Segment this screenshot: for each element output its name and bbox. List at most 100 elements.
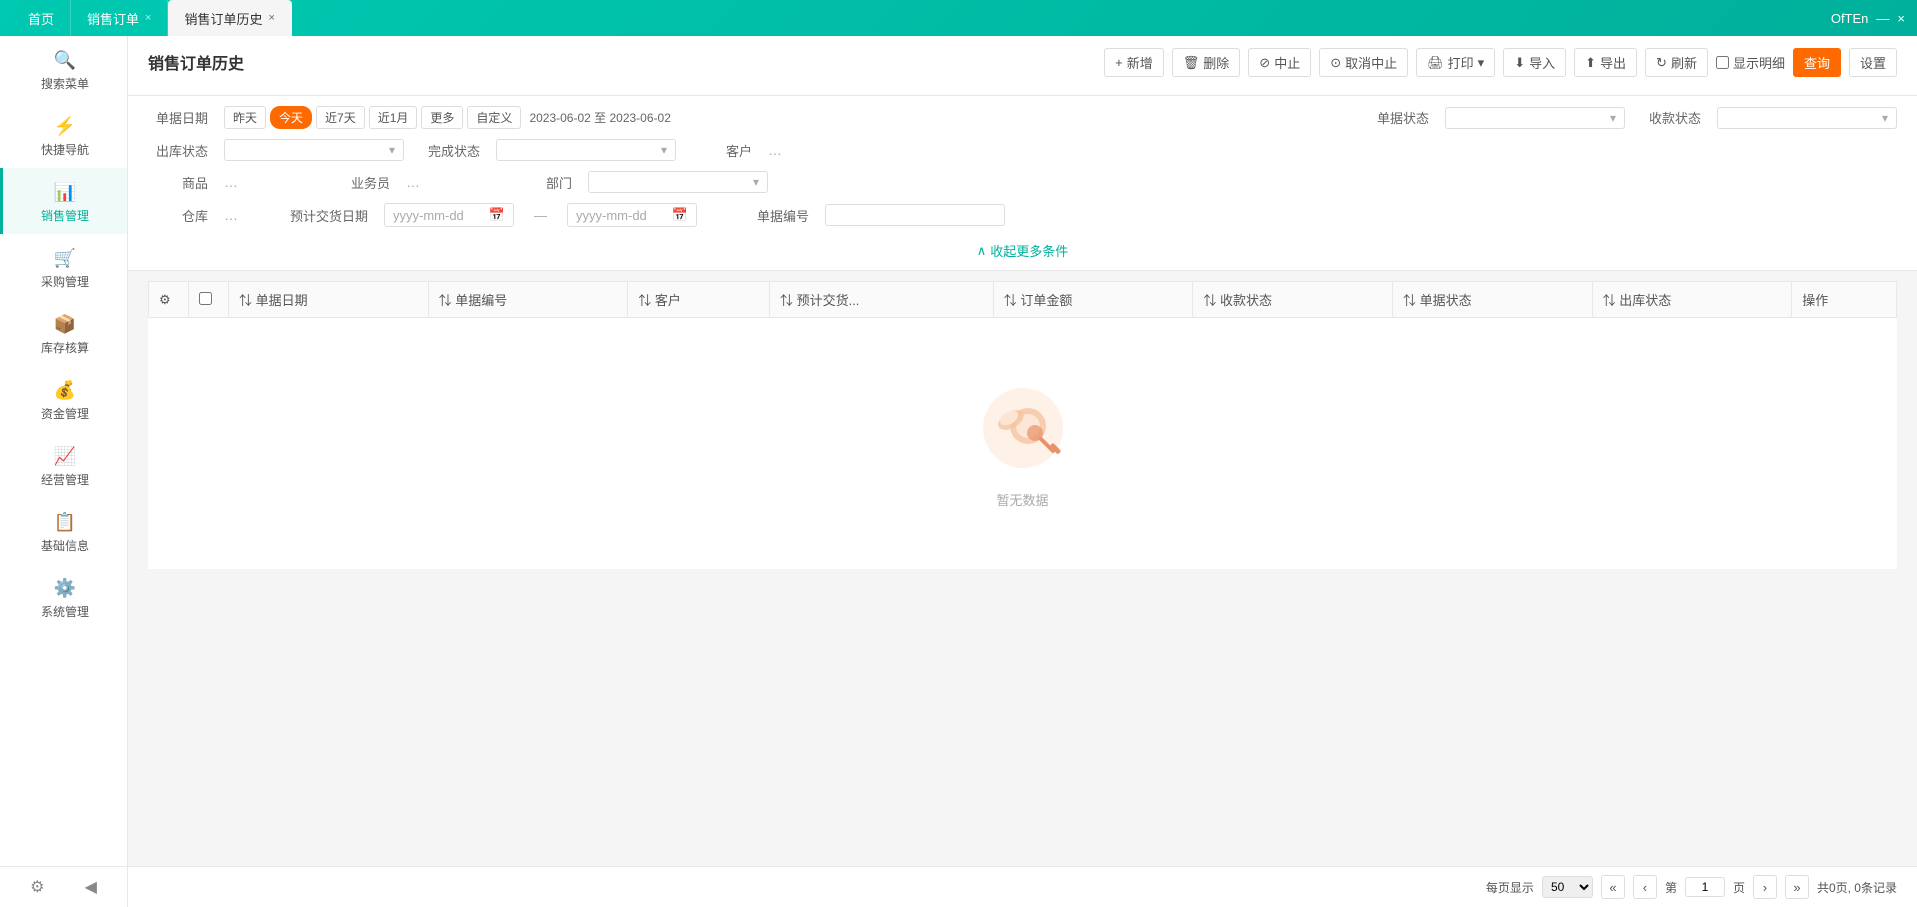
th-checkbox[interactable] — [189, 282, 229, 318]
expected-date-to-text: yyyy-mm-dd — [576, 208, 647, 223]
stop-button[interactable]: ⊘ 中止 — [1248, 48, 1311, 77]
sidebar-item-search-menu[interactable]: 🔍 搜索菜单 — [0, 36, 127, 102]
import-button[interactable]: ⬇ 导入 — [1503, 48, 1566, 77]
th-doc-status-label: ⇅ 单据状态 — [1403, 293, 1472, 308]
date-btn-7days[interactable]: 近7天 — [316, 106, 365, 129]
cancel-stop-button[interactable]: ⊙ 取消中止 — [1319, 48, 1408, 77]
calendar-from-icon[interactable]: 📅 — [489, 207, 505, 223]
basic-info-icon: 📋 — [54, 512, 76, 533]
filter-row-4: 仓库 … 预计交货日期 yyyy-mm-dd 📅 — yyyy-mm-dd 📅 … — [148, 203, 1897, 227]
select-all-checkbox[interactable] — [199, 292, 212, 305]
tab-sales-order[interactable]: 销售订单 × — [71, 0, 168, 36]
doc-status-select[interactable]: ▾ — [1445, 107, 1625, 129]
sidebar-item-sys-mgmt[interactable]: ⚙️ 系统管理 — [0, 564, 127, 630]
sidebar-item-basic-info[interactable]: 📋 基础信息 — [0, 498, 127, 564]
show-columns-label[interactable]: 显示明细 — [1716, 53, 1785, 72]
cancel-stop-label: 取消中止 — [1345, 53, 1397, 72]
refresh-button[interactable]: ↻ 刷新 — [1645, 48, 1708, 77]
th-expected-delivery[interactable]: ⇅ 预计交货... — [769, 282, 993, 318]
dept-label: 部门 — [512, 173, 572, 192]
th-settings[interactable]: ⚙ — [149, 282, 189, 318]
sidebar-bottom: ⚙ ◀ — [0, 866, 127, 907]
page-number-input[interactable] — [1685, 877, 1725, 897]
sidebar-item-sales-mgmt[interactable]: 📊 销售管理 — [0, 168, 127, 234]
sidebar-collapse-icon[interactable]: ◀ — [85, 877, 97, 897]
pay-status-select[interactable]: ▾ — [1717, 107, 1897, 129]
page-size-label: 每页显示 — [1486, 879, 1534, 896]
print-button[interactable]: 🖨 打印 ▾ — [1416, 48, 1495, 77]
cancel-stop-icon: ⊙ — [1330, 55, 1341, 71]
th-doc-date[interactable]: ⇅ 单据日期 — [229, 282, 429, 318]
salesperson-more[interactable]: … — [406, 174, 420, 190]
th-doc-status[interactable]: ⇅ 单据状态 — [1392, 282, 1592, 318]
doc-no-label: 单据编号 — [749, 206, 809, 225]
calendar-to-icon[interactable]: 📅 — [672, 207, 688, 223]
date-btn-group: 昨天 今天 近7天 近1月 更多 自定义 — [224, 106, 521, 129]
sales-mgmt-icon: 📊 — [54, 182, 76, 203]
th-doc-no[interactable]: ⇅ 单据编号 — [428, 282, 628, 318]
filter-row-1: 单据日期 昨天 今天 近7天 近1月 更多 自定义 2023-06-02 至 2… — [148, 106, 1897, 129]
customer-more[interactable]: … — [768, 142, 782, 158]
date-btn-custom[interactable]: 自定义 — [467, 106, 521, 129]
empty-state: 暂无数据 — [149, 318, 1897, 569]
sidebar-item-inventory-check[interactable]: 📦 库存核算 — [0, 300, 127, 366]
print-icon: 🖨 — [1427, 55, 1444, 71]
sidebar-item-ops-mgmt[interactable]: 📈 经营管理 — [0, 432, 127, 498]
date-btn-yesterday[interactable]: 昨天 — [224, 106, 266, 129]
tab-sales-order-history-close[interactable]: × — [268, 12, 274, 24]
th-customer[interactable]: ⇅ 客户 — [628, 282, 770, 318]
sidebar-item-finance-mgmt[interactable]: 💰 资金管理 — [0, 366, 127, 432]
sidebar-item-purchase-mgmt[interactable]: 🛒 采购管理 — [0, 234, 127, 300]
delete-button[interactable]: 🗑 删除 — [1172, 48, 1241, 77]
goods-more[interactable]: … — [224, 174, 238, 190]
tab-sales-order-close[interactable]: × — [145, 12, 151, 24]
date-btn-more[interactable]: 更多 — [421, 106, 463, 129]
inventory-check-icon: 📦 — [54, 314, 76, 335]
sidebar-item-quick-nav[interactable]: ⚡ 快捷导航 — [0, 102, 127, 168]
window-close[interactable]: × — [1897, 11, 1905, 26]
new-button[interactable]: + 新增 — [1104, 48, 1164, 77]
collapse-button[interactable]: ∧ 收起更多条件 — [977, 241, 1069, 260]
next-page-icon: › — [1763, 880, 1767, 895]
first-page-button[interactable]: « — [1601, 875, 1625, 899]
th-order-amount-label: ⇅ 订单金额 — [1004, 293, 1073, 308]
sidebar-item-search-menu-label: 搜索菜单 — [41, 75, 89, 92]
export-button[interactable]: ⬆ 导出 — [1574, 48, 1637, 77]
out-stock-select[interactable]: ▾ — [224, 139, 404, 161]
quick-nav-icon: ⚡ — [54, 116, 76, 137]
date-btn-1month[interactable]: 近1月 — [369, 106, 418, 129]
stop-label: 中止 — [1274, 53, 1300, 72]
complete-select[interactable]: ▾ — [496, 139, 676, 161]
settings-button[interactable]: 设置 — [1849, 48, 1897, 77]
stop-icon: ⊘ — [1259, 55, 1270, 71]
window-minimize[interactable]: — — [1876, 11, 1889, 26]
prev-page-icon: ‹ — [1643, 880, 1647, 895]
th-order-amount[interactable]: ⇅ 订单金额 — [993, 282, 1193, 318]
next-page-button[interactable]: › — [1753, 875, 1777, 899]
th-pay-status[interactable]: ⇅ 收款状态 — [1193, 282, 1393, 318]
th-out-stock-status[interactable]: ⇅ 出库状态 — [1592, 282, 1792, 318]
expected-date-from[interactable]: yyyy-mm-dd 📅 — [384, 203, 514, 227]
th-action-label: 操作 — [1802, 293, 1828, 308]
tab-home[interactable]: 首页 — [12, 0, 71, 36]
sidebar-item-purchase-mgmt-label: 采购管理 — [41, 273, 89, 290]
pagination-bar: 每页显示 50 10 20 100 « ‹ 第 页 › » 共0页, 0条记录 — [128, 866, 1917, 907]
prev-page-button[interactable]: ‹ — [1633, 875, 1657, 899]
settings-gear-icon[interactable]: ⚙ — [159, 292, 171, 307]
sidebar-settings-icon[interactable]: ⚙ — [30, 877, 44, 897]
warehouse-more[interactable]: … — [224, 207, 238, 223]
page-title: 销售订单历史 — [148, 50, 244, 74]
expected-date-to[interactable]: yyyy-mm-dd 📅 — [567, 203, 697, 227]
table-body: 暂无数据 — [149, 318, 1897, 570]
show-columns-checkbox[interactable] — [1716, 56, 1729, 69]
last-page-button[interactable]: » — [1785, 875, 1809, 899]
dept-select[interactable]: ▾ — [588, 171, 768, 193]
page-size-select[interactable]: 50 10 20 100 — [1542, 876, 1593, 898]
query-button[interactable]: 查询 — [1793, 48, 1841, 77]
doc-no-input[interactable] — [825, 204, 1005, 226]
tab-sales-order-history[interactable]: 销售订单历史 × — [168, 0, 291, 36]
date-separator: — — [534, 208, 547, 223]
date-btn-today[interactable]: 今天 — [270, 106, 312, 129]
tab-home-label: 首页 — [28, 9, 54, 28]
date-label: 单据日期 — [148, 108, 208, 127]
